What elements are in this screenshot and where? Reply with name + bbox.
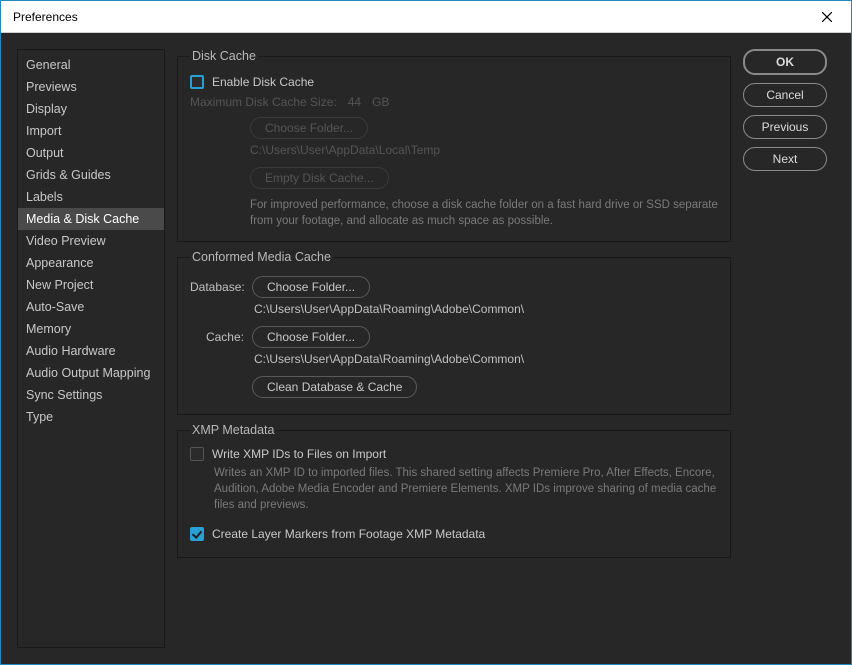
disk-cache-path: C:\Users\User\AppData\Local\Temp [250, 143, 440, 157]
xmp-metadata-panel: XMP Metadata Write XMP IDs to Files on I… [177, 423, 731, 558]
create-layer-markers-checkbox[interactable] [190, 527, 204, 541]
title-bar: Preferences [1, 1, 851, 33]
write-xmp-ids-label: Write XMP IDs to Files on Import [212, 447, 386, 461]
sidebar-item-type[interactable]: Type [18, 406, 164, 428]
sidebar-item-memory[interactable]: Memory [18, 318, 164, 340]
max-cache-size-value: 44 [348, 95, 361, 109]
sidebar-item-import[interactable]: Import [18, 120, 164, 142]
sidebar-item-video-preview[interactable]: Video Preview [18, 230, 164, 252]
window-title: Preferences [13, 10, 78, 24]
ok-button[interactable]: OK [743, 49, 827, 75]
sidebar-item-previews[interactable]: Previews [18, 76, 164, 98]
conformed-media-cache-panel: Conformed Media Cache Database: Choose F… [177, 250, 731, 415]
previous-button[interactable]: Previous [743, 115, 827, 139]
dialog-actions: OK Cancel Previous Next [743, 49, 835, 648]
disk-cache-title: Disk Cache [190, 49, 258, 63]
max-cache-size-row: Maximum Disk Cache Size: 44 GB [190, 95, 718, 109]
sidebar-item-output[interactable]: Output [18, 142, 164, 164]
preferences-main: Disk Cache Enable Disk Cache Maximum Dis… [177, 49, 731, 648]
max-cache-size-unit: GB [372, 95, 389, 109]
sidebar-item-media-disk-cache[interactable]: Media & Disk Cache [18, 208, 164, 230]
database-choose-folder-button[interactable]: Choose Folder... [252, 276, 370, 298]
cache-choose-folder-button[interactable]: Choose Folder... [252, 326, 370, 348]
database-label: Database: [190, 280, 244, 294]
empty-disk-cache-button: Empty Disk Cache... [250, 167, 389, 189]
write-xmp-ids-help: Writes an XMP ID to imported files. This… [214, 465, 718, 513]
sidebar-item-display[interactable]: Display [18, 98, 164, 120]
max-cache-size-label: Maximum Disk Cache Size: [190, 95, 337, 109]
disk-cache-panel: Disk Cache Enable Disk Cache Maximum Dis… [177, 49, 731, 242]
next-button[interactable]: Next [743, 147, 827, 171]
preferences-sidebar: General Previews Display Import Output G… [17, 49, 165, 648]
sidebar-item-auto-save[interactable]: Auto-Save [18, 296, 164, 318]
cache-path: C:\Users\User\AppData\Roaming\Adobe\Comm… [254, 352, 718, 366]
cache-label: Cache: [190, 330, 244, 344]
sidebar-item-general[interactable]: General [18, 54, 164, 76]
sidebar-item-new-project[interactable]: New Project [18, 274, 164, 296]
sidebar-item-audio-output-mapping[interactable]: Audio Output Mapping [18, 362, 164, 384]
disk-cache-help: For improved performance, choose a disk … [250, 197, 718, 229]
enable-disk-cache-row: Enable Disk Cache [190, 75, 718, 89]
sidebar-item-audio-hardware[interactable]: Audio Hardware [18, 340, 164, 362]
cancel-button[interactable]: Cancel [743, 83, 827, 107]
close-icon [822, 12, 832, 22]
xmp-title: XMP Metadata [190, 423, 276, 437]
clean-database-cache-button[interactable]: Clean Database & Cache [252, 376, 417, 398]
database-path: C:\Users\User\AppData\Roaming\Adobe\Comm… [254, 302, 718, 316]
conformed-title: Conformed Media Cache [190, 250, 333, 264]
dialog-content: General Previews Display Import Output G… [1, 33, 851, 664]
sidebar-item-grids-guides[interactable]: Grids & Guides [18, 164, 164, 186]
enable-disk-cache-label: Enable Disk Cache [212, 75, 314, 89]
create-layer-markers-label: Create Layer Markers from Footage XMP Me… [212, 527, 485, 541]
sidebar-item-appearance[interactable]: Appearance [18, 252, 164, 274]
disk-cache-choose-folder-button: Choose Folder... [250, 117, 368, 139]
sidebar-item-sync-settings[interactable]: Sync Settings [18, 384, 164, 406]
close-button[interactable] [807, 3, 847, 31]
write-xmp-ids-checkbox[interactable] [190, 447, 204, 461]
enable-disk-cache-checkbox[interactable] [190, 75, 204, 89]
sidebar-item-labels[interactable]: Labels [18, 186, 164, 208]
